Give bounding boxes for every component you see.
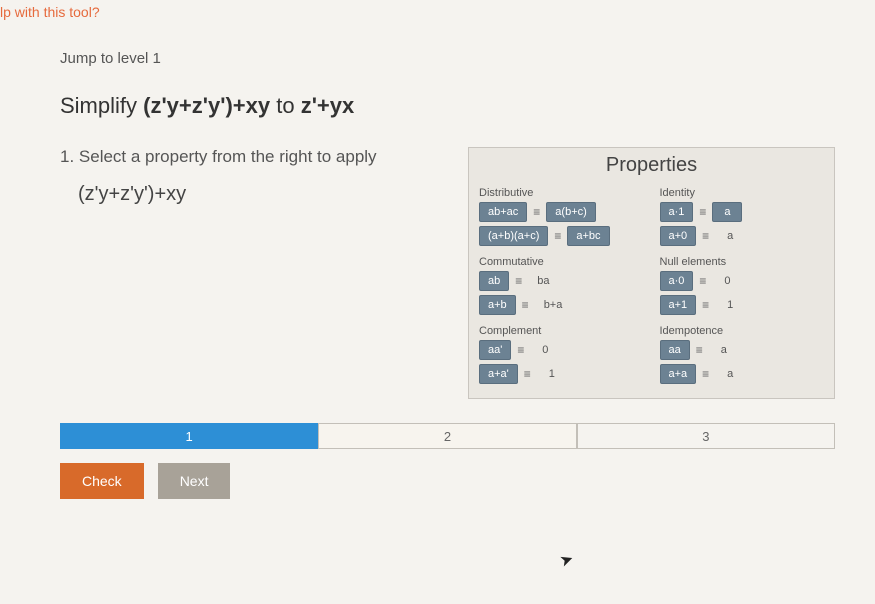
equiv-icon: ≡ xyxy=(702,298,709,312)
main-content: Jump to level 1 Simplify (z'y+z'y')+xy t… xyxy=(0,20,875,499)
equiv-icon: ≡ xyxy=(702,367,709,381)
rule-lhs: aa xyxy=(660,340,690,360)
commutative-head: Commutative xyxy=(479,256,644,268)
rule-rhs: 1 xyxy=(537,364,567,384)
simplify-mid: to xyxy=(270,93,301,118)
identity-rule-1[interactable]: a·1 ≡ a xyxy=(660,202,825,222)
commutative-block: Commutative ab ≡ ba a+b ≡ b+a xyxy=(479,252,644,319)
properties-title: Properties xyxy=(479,154,824,177)
rule-lhs: ab+ac xyxy=(479,202,527,222)
next-button[interactable]: Next xyxy=(158,463,231,499)
distributive-rule-2[interactable]: (a+b)(a+c) ≡ a+bc xyxy=(479,226,644,246)
rule-lhs: aa' xyxy=(479,340,511,360)
progress-seg-1[interactable]: 1 xyxy=(60,423,318,449)
equiv-icon: ≡ xyxy=(554,229,561,243)
distributive-head: Distributive xyxy=(479,187,644,199)
equiv-icon: ≡ xyxy=(702,229,709,243)
complement-block: Complement aa' ≡ 0 a+a' ≡ 1 xyxy=(479,321,644,388)
rule-rhs: 0 xyxy=(712,271,742,291)
rule-lhs: ab xyxy=(479,271,509,291)
equiv-icon: ≡ xyxy=(533,205,540,219)
rule-lhs: a+a' xyxy=(479,364,518,384)
equiv-icon: ≡ xyxy=(699,205,706,219)
rule-rhs: a xyxy=(715,226,745,246)
equiv-icon: ≡ xyxy=(515,274,522,288)
button-row: Check Next xyxy=(60,463,835,499)
rule-rhs: ba xyxy=(528,271,558,291)
equiv-icon: ≡ xyxy=(696,343,703,357)
help-link[interactable]: lp with this tool? xyxy=(0,0,875,20)
nullelements-rule-1[interactable]: a·0 ≡ 0 xyxy=(660,271,825,291)
nullelements-rule-2[interactable]: a+1 ≡ 1 xyxy=(660,295,825,315)
nullelements-block: Null elements a·0 ≡ 0 a+1 ≡ 1 xyxy=(660,252,825,319)
rule-rhs: b+a xyxy=(535,295,572,315)
idempotence-rule-1[interactable]: aa ≡ a xyxy=(660,340,825,360)
idempotence-rule-2[interactable]: a+a ≡ a xyxy=(660,364,825,384)
jump-link[interactable]: Jump to level 1 xyxy=(60,50,835,67)
rule-rhs: 0 xyxy=(530,340,560,360)
rule-lhs: a+0 xyxy=(660,226,697,246)
equiv-icon: ≡ xyxy=(524,367,531,381)
check-button[interactable]: Check xyxy=(60,463,144,499)
instruction-text: 1. Select a property from the right to a… xyxy=(60,147,440,167)
rule-rhs: a xyxy=(715,364,745,384)
rule-rhs: a+bc xyxy=(567,226,609,246)
rule-lhs: a·0 xyxy=(660,271,694,291)
equiv-icon: ≡ xyxy=(699,274,706,288)
properties-panel: Properties Distributive ab+ac ≡ a(b+c) (… xyxy=(468,147,835,399)
rule-rhs: a xyxy=(712,202,742,222)
nullelements-head: Null elements xyxy=(660,256,825,268)
distributive-block: Distributive ab+ac ≡ a(b+c) (a+b)(a+c) ≡… xyxy=(479,183,644,250)
idempotence-block: Idempotence aa ≡ a a+a ≡ a xyxy=(660,321,825,388)
rule-lhs: a+b xyxy=(479,295,516,315)
rule-lhs: a·1 xyxy=(660,202,694,222)
rule-lhs: a+a xyxy=(660,364,697,384)
identity-rule-2[interactable]: a+0 ≡ a xyxy=(660,226,825,246)
commutative-rule-2[interactable]: a+b ≡ b+a xyxy=(479,295,644,315)
cursor-icon: ➤ xyxy=(557,548,576,571)
complement-rule-1[interactable]: aa' ≡ 0 xyxy=(479,340,644,360)
identity-block: Identity a·1 ≡ a a+0 ≡ a xyxy=(660,183,825,250)
idempotence-head: Idempotence xyxy=(660,325,825,337)
rule-rhs: a xyxy=(709,340,739,360)
simplify-heading: Simplify (z'y+z'y')+xy to z'+yx xyxy=(60,93,835,119)
rule-lhs: a+1 xyxy=(660,295,697,315)
left-column: 1. Select a property from the right to a… xyxy=(60,147,440,399)
distributive-rule-1[interactable]: ab+ac ≡ a(b+c) xyxy=(479,202,644,222)
commutative-rule-1[interactable]: ab ≡ ba xyxy=(479,271,644,291)
identity-head: Identity xyxy=(660,187,825,199)
equiv-icon: ≡ xyxy=(517,343,524,357)
rule-rhs: 1 xyxy=(715,295,745,315)
rule-lhs: (a+b)(a+c) xyxy=(479,226,548,246)
complement-rule-2[interactable]: a+a' ≡ 1 xyxy=(479,364,644,384)
progress-bar: 1 2 3 xyxy=(60,423,835,449)
rule-rhs: a(b+c) xyxy=(546,202,596,222)
equiv-icon: ≡ xyxy=(522,298,529,312)
simplify-from: (z'y+z'y')+xy xyxy=(143,93,270,118)
simplify-to: z'+yx xyxy=(301,93,355,118)
progress-seg-3[interactable]: 3 xyxy=(577,423,835,449)
complement-head: Complement xyxy=(479,325,644,337)
simplify-prefix: Simplify xyxy=(60,93,143,118)
current-expression[interactable]: (z'y+z'y')+xy xyxy=(78,183,440,206)
progress-seg-2[interactable]: 2 xyxy=(318,423,576,449)
